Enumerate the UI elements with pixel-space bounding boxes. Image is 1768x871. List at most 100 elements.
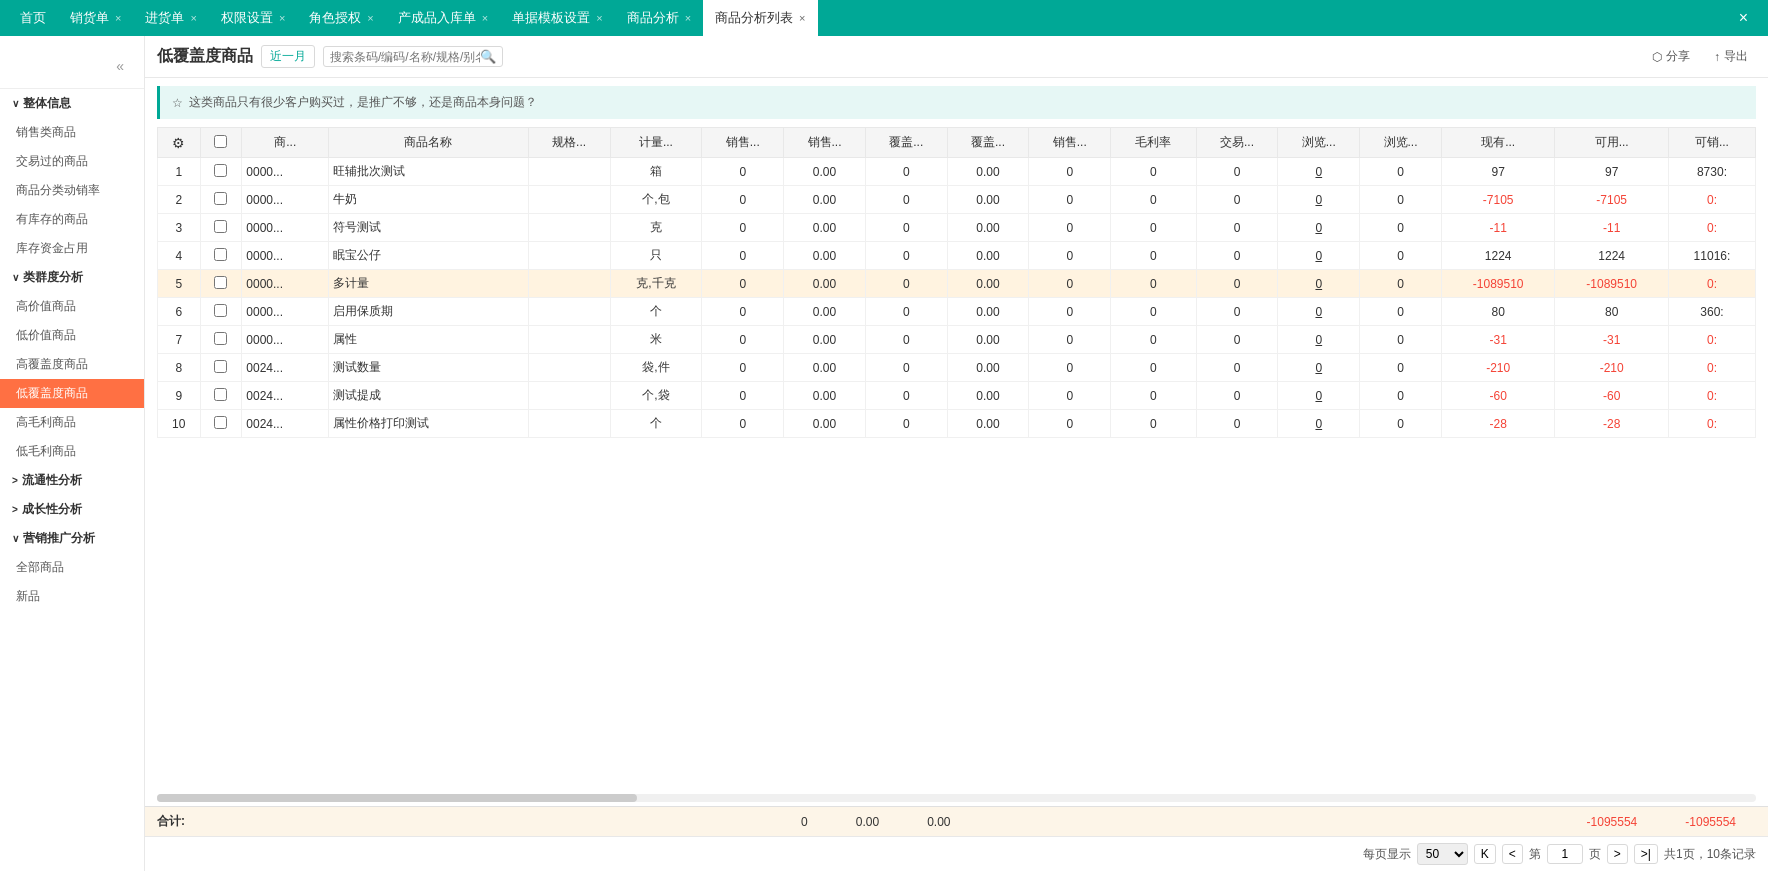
sidebar-item-all-goods[interactable]: 全部商品: [0, 553, 144, 582]
col-cov1: 覆盖...: [865, 128, 947, 158]
share-btn[interactable]: ⬡ 分享: [1644, 44, 1698, 69]
row-browse2: 0: [1360, 158, 1442, 186]
col-settings[interactable]: ⚙: [158, 128, 201, 158]
scrollbar-thumb[interactable]: [157, 794, 637, 802]
row-checkbox-input[interactable]: [214, 304, 227, 317]
row-checkbox-input[interactable]: [214, 360, 227, 373]
row-checkbox[interactable]: [200, 242, 242, 270]
nav-roles[interactable]: 角色授权 ×: [297, 0, 385, 36]
sidebar-item-low-profit[interactable]: 低毛利商品: [0, 437, 144, 466]
close-icon[interactable]: ×: [279, 12, 285, 24]
row-checkbox[interactable]: [200, 298, 242, 326]
sidebar-item-low-value[interactable]: 低价值商品: [0, 321, 144, 350]
sidebar-section-overall[interactable]: ∨ 整体信息: [0, 89, 144, 118]
current-page-input[interactable]: [1547, 844, 1583, 864]
row-browse1[interactable]: 0: [1278, 410, 1360, 438]
row-checkbox-input[interactable]: [214, 276, 227, 289]
row-browse1[interactable]: 0: [1278, 186, 1360, 214]
sidebar-section-growth[interactable]: > 成长性分析: [0, 495, 144, 524]
close-icon[interactable]: ×: [685, 12, 691, 24]
row-unit: 个: [610, 410, 702, 438]
row-checkbox[interactable]: [200, 186, 242, 214]
row-browse1[interactable]: 0: [1278, 382, 1360, 410]
row-cov2: 0.00: [947, 298, 1029, 326]
row-browse1[interactable]: 0: [1278, 158, 1360, 186]
row-browse1[interactable]: 0: [1278, 354, 1360, 382]
row-browse1[interactable]: 0: [1278, 242, 1360, 270]
row-name: 属性价格打印测试: [329, 410, 529, 438]
row-checkbox-input[interactable]: [214, 220, 227, 233]
row-checkbox-input[interactable]: [214, 416, 227, 429]
select-all-checkbox[interactable]: [214, 135, 227, 148]
row-browse1[interactable]: 0: [1278, 214, 1360, 242]
row-checkbox[interactable]: [200, 270, 242, 298]
row-checkbox-input[interactable]: [214, 164, 227, 177]
row-checkbox[interactable]: [200, 354, 242, 382]
nav-analysis-list[interactable]: 商品分析列表 ×: [703, 0, 817, 36]
close-icon[interactable]: ×: [482, 12, 488, 24]
export-btn[interactable]: ↑ 导出: [1706, 44, 1756, 69]
sidebar-item-stocked[interactable]: 有库存的商品: [0, 205, 144, 234]
col-saleable: 可销...: [1668, 128, 1755, 158]
sidebar-collapse-btn[interactable]: «: [104, 48, 136, 84]
table-container[interactable]: ⚙ 商... 商品名称 规格... 计量... 销售... 销售... 覆盖..…: [157, 127, 1756, 794]
row-sales-qty: 0: [702, 186, 784, 214]
sidebar-item-category-rate[interactable]: 商品分类动销率: [0, 176, 144, 205]
close-icon[interactable]: ×: [367, 12, 373, 24]
nav-analysis[interactable]: 商品分析 ×: [615, 0, 703, 36]
sidebar-item-sales-goods[interactable]: 销售类商品: [0, 118, 144, 147]
horizontal-scrollbar[interactable]: [157, 794, 1756, 802]
row-spec: [528, 214, 610, 242]
col-checkbox[interactable]: [200, 128, 242, 158]
nav-permissions[interactable]: 权限设置 ×: [209, 0, 297, 36]
search-input[interactable]: [330, 50, 480, 64]
row-checkbox[interactable]: [200, 410, 242, 438]
nav-sales[interactable]: 销货单 ×: [58, 0, 133, 36]
page-size-select[interactable]: 50 10 20 100: [1417, 843, 1468, 865]
search-box: 🔍: [323, 46, 503, 67]
main-area: « ∨ 整体信息 销售类商品 交易过的商品 商品分类动销率 有库存的商品 库存资…: [0, 36, 1768, 871]
nav-purchase[interactable]: 进货单 ×: [133, 0, 208, 36]
nav-home[interactable]: 首页: [8, 0, 58, 36]
last-page-btn[interactable]: >|: [1634, 844, 1658, 864]
row-cov1: 0: [865, 158, 947, 186]
row-checkbox[interactable]: [200, 382, 242, 410]
sidebar-item-traded[interactable]: 交易过的商品: [0, 147, 144, 176]
row-checkbox[interactable]: [200, 214, 242, 242]
row-checkbox-input[interactable]: [214, 248, 227, 261]
sidebar-item-capital[interactable]: 库存资金占用: [0, 234, 144, 263]
row-num: 9: [158, 382, 201, 410]
row-checkbox-input[interactable]: [214, 332, 227, 345]
close-icon[interactable]: ×: [799, 12, 805, 24]
row-current: 97: [1441, 158, 1555, 186]
row-checkbox-input[interactable]: [214, 192, 227, 205]
arrow-icon: ∨: [12, 272, 19, 283]
sidebar-item-high-value[interactable]: 高价值商品: [0, 292, 144, 321]
row-checkbox[interactable]: [200, 158, 242, 186]
sidebar-section-flow[interactable]: > 流通性分析: [0, 466, 144, 495]
table-body: 1 0000... 旺辅批次测试 箱 0 0.00 0 0.00 0 0 0 0…: [158, 158, 1756, 438]
sidebar-item-high-profit[interactable]: 高毛利商品: [0, 408, 144, 437]
sidebar-item-high-coverage[interactable]: 高覆盖度商品: [0, 350, 144, 379]
prev-page-btn[interactable]: <: [1502, 844, 1523, 864]
row-browse1[interactable]: 0: [1278, 326, 1360, 354]
sidebar-item-new-goods[interactable]: 新品: [0, 582, 144, 611]
row-browse1[interactable]: 0: [1278, 270, 1360, 298]
col-sales-qty: 销售...: [702, 128, 784, 158]
row-browse1[interactable]: 0: [1278, 298, 1360, 326]
next-page-btn[interactable]: >: [1607, 844, 1628, 864]
nav-production[interactable]: 产成品入库单 ×: [386, 0, 500, 36]
date-filter-btn[interactable]: 近一月: [261, 45, 315, 68]
nav-close-all[interactable]: ×: [1727, 9, 1760, 27]
nav-template[interactable]: 单据模板设置 ×: [500, 0, 614, 36]
first-page-btn[interactable]: K: [1474, 844, 1496, 864]
close-icon[interactable]: ×: [190, 12, 196, 24]
row-available: -210: [1555, 354, 1669, 382]
sidebar-item-low-coverage[interactable]: 低覆盖度商品: [0, 379, 144, 408]
sidebar-section-marketing[interactable]: ∨ 营销推广分析: [0, 524, 144, 553]
sidebar-section-cluster[interactable]: ∨ 类群度分析: [0, 263, 144, 292]
row-checkbox[interactable]: [200, 326, 242, 354]
row-checkbox-input[interactable]: [214, 388, 227, 401]
close-icon[interactable]: ×: [115, 12, 121, 24]
close-icon[interactable]: ×: [596, 12, 602, 24]
